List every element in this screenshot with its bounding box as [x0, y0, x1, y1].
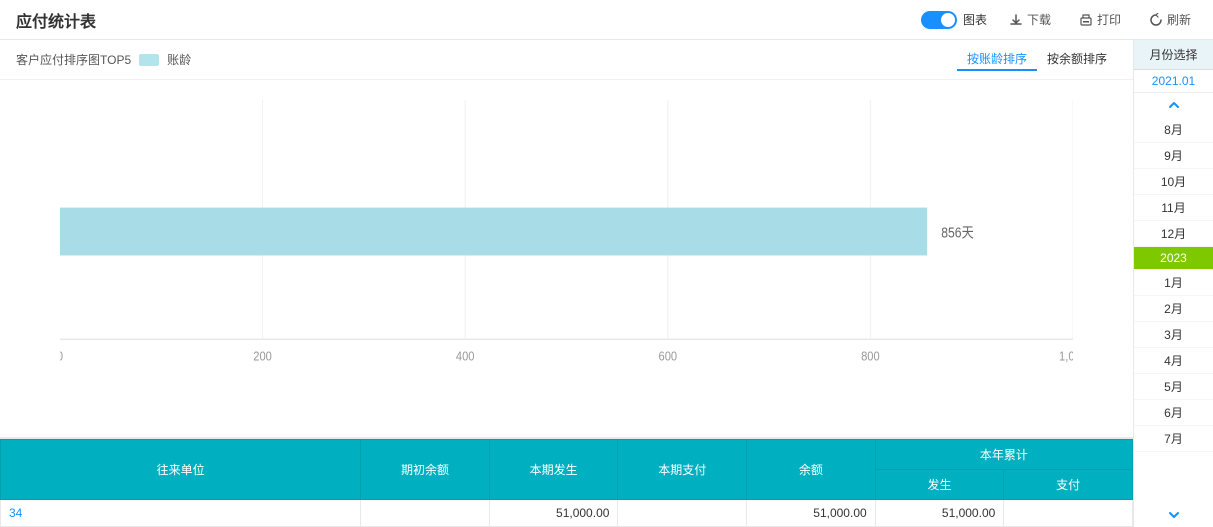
current-amount-cell: 51,000.00	[489, 500, 618, 527]
unit-cell: 34	[1, 500, 361, 527]
col-current-header: 本期发生	[489, 440, 618, 500]
sidebar-month-item[interactable]: 12月	[1134, 221, 1213, 247]
toggle-thumb	[941, 13, 955, 27]
ytd-payment-cell	[1004, 500, 1133, 527]
page-title: 应付统计表	[16, 8, 96, 32]
sidebar-month-item[interactable]: 5月	[1134, 374, 1213, 400]
sidebar-month-item[interactable]: 2月	[1134, 296, 1213, 322]
chevron-up-icon	[1166, 97, 1182, 113]
chevron-down-icon	[1166, 507, 1182, 523]
header: 应付统计表 图表 下载 打印 刷新	[0, 0, 1213, 40]
print-icon	[1079, 13, 1093, 27]
toggle-track[interactable]	[921, 11, 957, 29]
col-ytd-group-header: 本年累计	[875, 440, 1132, 470]
unit-link[interactable]: 34	[9, 506, 22, 520]
legend-box	[139, 54, 159, 66]
sidebar-month-item[interactable]: 4月	[1134, 348, 1213, 374]
sidebar-month-item[interactable]: 7月	[1134, 426, 1213, 452]
bar-chart: 34 856天 0 200 400 600 800 1,000	[0, 80, 1133, 437]
sidebar-up-button[interactable]	[1134, 93, 1213, 117]
balance-cell: 51,000.00	[747, 500, 876, 527]
sidebar-down-button[interactable]	[1134, 503, 1213, 527]
sidebar-month-item[interactable]: 3月	[1134, 322, 1213, 348]
refresh-icon	[1149, 13, 1163, 27]
col-unit-header: 往来单位	[1, 440, 361, 500]
print-label: 打印	[1097, 11, 1121, 28]
opening-balance-cell	[361, 500, 490, 527]
svg-text:1,000: 1,000	[1059, 349, 1073, 364]
app-container: 应付统计表 图表 下载 打印 刷新	[0, 0, 1213, 527]
bar-34	[60, 208, 927, 256]
col-payment-header: 本期支付	[618, 440, 747, 500]
chart-toggle[interactable]: 图表	[921, 11, 987, 29]
svg-text:200: 200	[253, 349, 272, 364]
sort-by-age-button[interactable]: 按账龄排序	[957, 48, 1037, 71]
sidebar-month-item[interactable]: 2023	[1134, 247, 1213, 270]
download-button[interactable]: 下载	[1003, 9, 1057, 30]
sidebar-month-item[interactable]: 10月	[1134, 169, 1213, 195]
sidebar-month-item[interactable]: 6月	[1134, 400, 1213, 426]
header-actions: 图表 下载 打印 刷新	[921, 9, 1197, 30]
sidebar-month-item[interactable]: 11月	[1134, 195, 1213, 221]
print-button[interactable]: 打印	[1073, 9, 1127, 30]
main-content: 客户应付排序图TOP5 账龄 按账龄排序 按余额排序	[0, 40, 1213, 527]
legend-title: 客户应付排序图TOP5	[16, 51, 131, 68]
chart-area: 客户应付排序图TOP5 账龄 按账龄排序 按余额排序	[0, 40, 1133, 527]
legend-box-label: 账龄	[167, 51, 191, 68]
chart-header: 客户应付排序图TOP5 账龄 按账龄排序 按余额排序	[0, 40, 1133, 80]
data-table-area: 往来单位 期初余额 本期发生 本期支付 余额 本年累计 发生 支付	[0, 437, 1133, 527]
sidebar-current-month[interactable]: 2021.01	[1134, 70, 1213, 93]
sidebar-header: 月份选择	[1134, 40, 1213, 70]
sidebar-month-item[interactable]: 8月	[1134, 117, 1213, 143]
download-label: 下载	[1027, 11, 1051, 28]
col-ytd-payment-header: 支付	[1004, 470, 1133, 500]
svg-text:600: 600	[659, 349, 678, 364]
ytd-amount-cell: 51,000.00	[875, 500, 1004, 527]
refresh-button[interactable]: 刷新	[1143, 9, 1197, 30]
svg-text:400: 400	[456, 349, 475, 364]
table-row: 34 51,000.00 51,000.00 51,000.00	[1, 500, 1133, 527]
col-opening-header: 期初余额	[361, 440, 490, 500]
data-table: 往来单位 期初余额 本期发生 本期支付 余额 本年累计 发生 支付	[0, 439, 1133, 527]
current-payment-cell	[618, 500, 747, 527]
chart-legend: 客户应付排序图TOP5 账龄	[16, 51, 191, 68]
chart-svg: 34 856天 0 200 400 600 800 1,000	[60, 100, 1073, 387]
sort-by-balance-button[interactable]: 按余额排序	[1037, 48, 1117, 71]
sidebar-month-item[interactable]: 1月	[1134, 270, 1213, 296]
svg-text:800: 800	[861, 349, 880, 364]
svg-text:856天: 856天	[941, 225, 973, 241]
col-ytd-amount-header: 发生	[875, 470, 1004, 500]
chart-label: 图表	[963, 11, 987, 28]
svg-text:0: 0	[60, 349, 63, 364]
sidebar-months-list: 8月9月10月11月12月20231月2月3月4月5月6月7月	[1134, 117, 1213, 503]
col-balance-header: 余额	[747, 440, 876, 500]
sidebar: 月份选择 2021.01 8月9月10月11月12月20231月2月3月4月5月…	[1133, 40, 1213, 527]
refresh-label: 刷新	[1167, 11, 1191, 28]
sort-buttons: 按账龄排序 按余额排序	[957, 48, 1117, 71]
download-icon	[1009, 13, 1023, 27]
sidebar-month-item[interactable]: 9月	[1134, 143, 1213, 169]
